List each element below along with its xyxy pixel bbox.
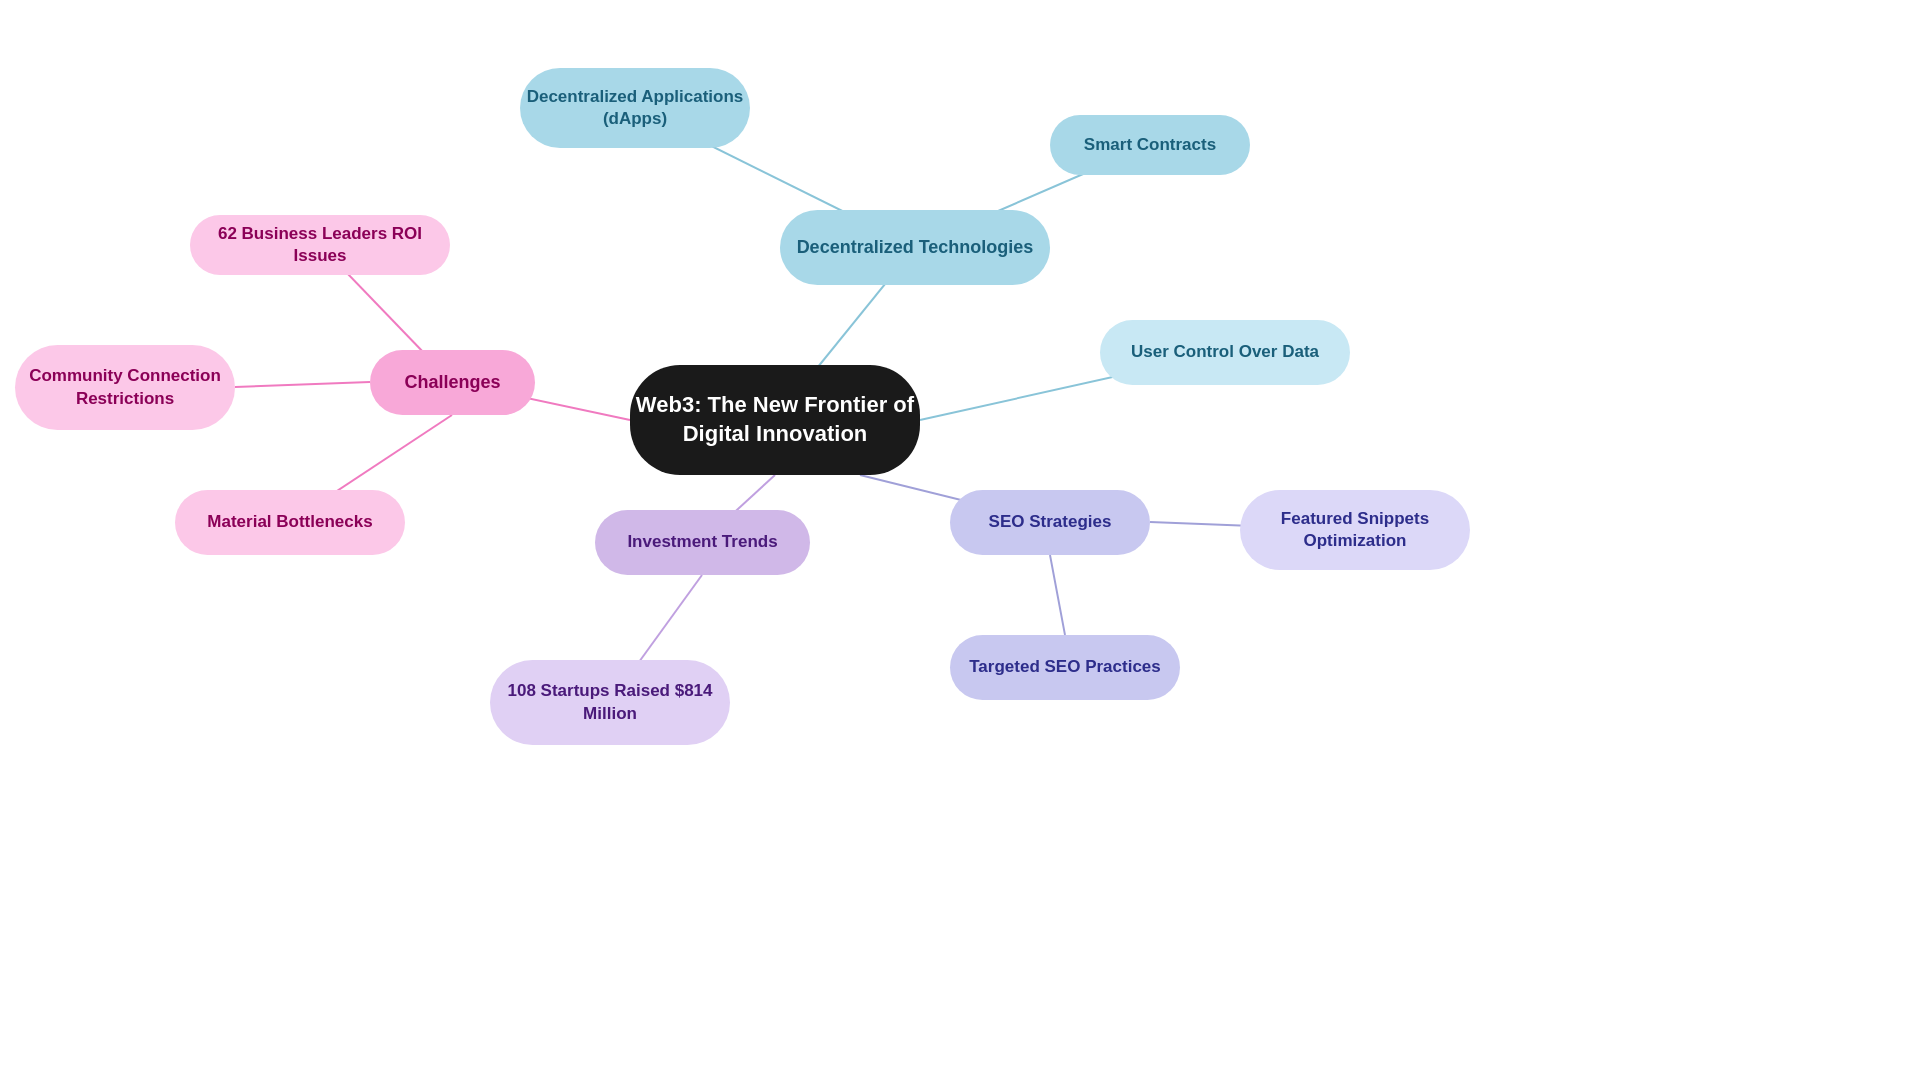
seo-strategies-node[interactable]: SEO Strategies <box>950 490 1150 555</box>
challenges-node[interactable]: Challenges <box>370 350 535 415</box>
community-connection-node[interactable]: Community Connection Restrictions <box>15 345 235 430</box>
material-bottlenecks-node[interactable]: Material Bottlenecks <box>175 490 405 555</box>
center-node[interactable]: Web3: The New Frontier of Digital Innova… <box>630 365 920 475</box>
targeted-seo-node[interactable]: Targeted SEO Practices <box>950 635 1180 700</box>
user-control-node[interactable]: User Control Over Data <box>1100 320 1350 385</box>
featured-snippets-node[interactable]: Featured Snippets Optimization <box>1240 490 1470 570</box>
decentralized-tech-node[interactable]: Decentralized Technologies <box>780 210 1050 285</box>
svg-line-6 <box>235 382 370 387</box>
smart-contracts-node[interactable]: Smart Contracts <box>1050 115 1250 175</box>
investment-trends-node[interactable]: Investment Trends <box>595 510 810 575</box>
svg-line-10 <box>1050 555 1065 635</box>
roi-issues-node[interactable]: 62 Business Leaders ROI Issues <box>190 215 450 275</box>
decentralized-apps-node[interactable]: Decentralized Applications (dApps) <box>520 68 750 148</box>
startups-raised-node[interactable]: 108 Startups Raised $814 Million <box>490 660 730 745</box>
